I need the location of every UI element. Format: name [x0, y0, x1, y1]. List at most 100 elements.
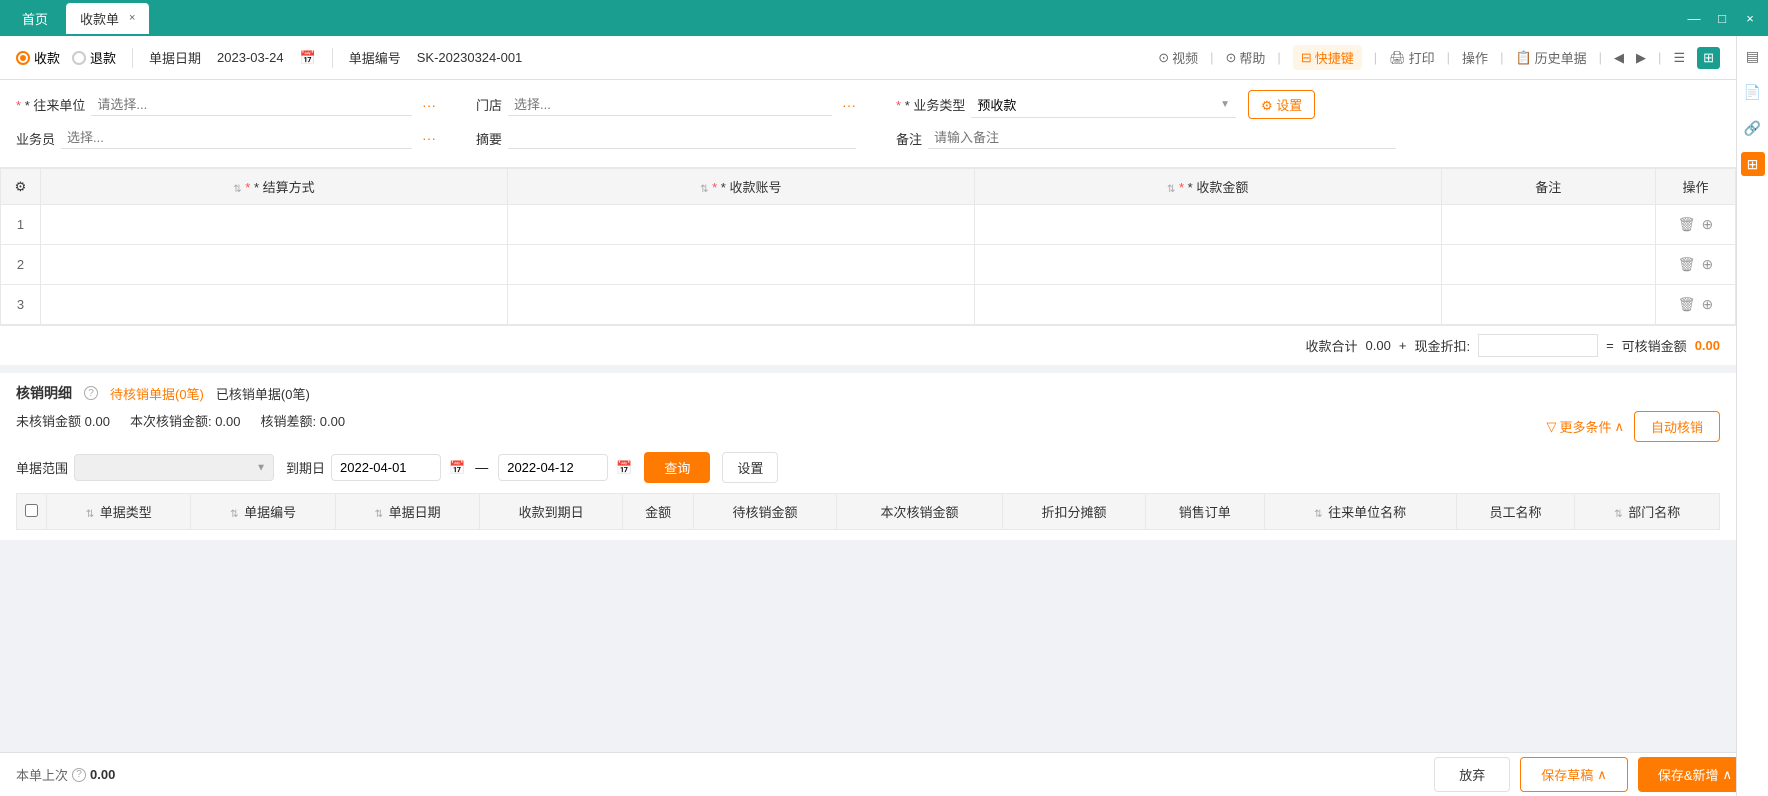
table-row: 1 🗑 ⊕ — [1, 205, 1736, 245]
tab-close-icon[interactable]: × — [129, 12, 135, 24]
shortcut-icon: ⊟ — [1301, 50, 1312, 66]
actions-cell: 🗑 ⊕ — [1656, 205, 1736, 245]
amount-cell[interactable] — [974, 205, 1441, 245]
row-num: 3 — [1, 285, 41, 325]
store-field: 门店 ··· — [476, 94, 856, 116]
copy-icon[interactable]: ⊕ — [1702, 296, 1714, 313]
delete-icon[interactable]: 🗑 — [1678, 216, 1696, 233]
range-select[interactable] — [74, 454, 274, 481]
copy-icon[interactable]: ⊕ — [1702, 256, 1714, 273]
col-doc-date: ⇅ 单据日期 — [335, 494, 479, 530]
print-btn[interactable]: 🖨 打印 — [1389, 48, 1435, 67]
nav-left-icon[interactable]: ◀ — [1614, 50, 1624, 66]
account-cell[interactable] — [507, 205, 974, 245]
shortcut-label: 快捷键 — [1315, 48, 1354, 67]
counterpart-input[interactable] — [91, 94, 412, 116]
store-more-btn[interactable]: ··· — [842, 97, 856, 113]
maximize-button[interactable]: □ — [1712, 11, 1732, 26]
remark-cell[interactable] — [1441, 205, 1655, 245]
video-circle-icon: ⊙ — [1158, 50, 1169, 66]
grid-icon[interactable]: ⊞ — [1697, 47, 1720, 69]
col-settings-header[interactable]: ⚙ — [1, 169, 41, 205]
tab-home[interactable]: 首页 — [8, 3, 62, 34]
help-label: 帮助 — [1239, 48, 1265, 67]
video-btn[interactable]: ⊙ 视频 — [1158, 48, 1198, 67]
date-value: 2023-03-24 — [217, 50, 284, 65]
more-conditions-btn[interactable]: ▽ 更多条件 ∧ — [1546, 417, 1624, 436]
video-label: 视频 — [1172, 48, 1198, 67]
tab-home-label: 首页 — [22, 9, 48, 28]
query-button[interactable]: 查询 — [644, 452, 710, 483]
amount-cell[interactable] — [974, 285, 1441, 325]
account-cell[interactable] — [507, 285, 974, 325]
biz-type-select[interactable]: 预收款 ▼ — [971, 92, 1236, 118]
total-value: 0.00 — [1366, 338, 1391, 353]
discount-input[interactable] — [1478, 334, 1598, 357]
doc-num-value: SK-20230324-001 — [417, 50, 523, 65]
setting-button[interactable]: 设置 — [722, 452, 778, 483]
delete-icon[interactable]: 🗑 — [1678, 256, 1696, 273]
divider-2 — [332, 48, 333, 68]
staff-input[interactable] — [61, 127, 412, 149]
col-remark-header: 备注 — [1441, 169, 1655, 205]
summary-field: 摘要 — [476, 127, 856, 149]
list-icon[interactable]: ☰ — [1673, 50, 1685, 66]
verify-section: 核销明细 ? 待核销单据(0笔) 已核销单据(0笔) 未核销金额 0.00 本次… — [0, 373, 1736, 540]
calendar-icon[interactable]: 📅 — [300, 50, 316, 66]
history-btn[interactable]: 📋 历史单据 — [1515, 48, 1586, 67]
staff-more-btn[interactable]: ··· — [422, 130, 436, 146]
verify-tab-done[interactable]: 已核销单据(0笔) — [216, 384, 310, 403]
verify-table: ⇅ 单据类型 ⇅ 单据编号 ⇅ 单据日期 收款到期日 金 — [16, 493, 1720, 530]
store-input[interactable] — [508, 94, 832, 116]
table-row: 2 🗑 ⊕ — [1, 245, 1736, 285]
settings-button[interactable]: ⚙ 设置 — [1248, 90, 1315, 119]
date-to-input[interactable] — [498, 454, 608, 481]
table-header-row: ⚙ ⇅ * * 结算方式 ⇅ * * 收款账号 ⇅ * — [1, 169, 1736, 205]
settlement-cell[interactable] — [41, 205, 508, 245]
operation-btn[interactable]: 操作 — [1462, 48, 1488, 67]
save-new-button[interactable]: 保存&新增 ∧ — [1638, 757, 1752, 792]
row-num: 1 — [1, 205, 41, 245]
biz-type-arrow-icon: ▼ — [1220, 99, 1230, 110]
settlement-cell[interactable] — [41, 245, 508, 285]
radio-receipt[interactable]: 收款 — [16, 48, 60, 67]
verify-tab-pending[interactable]: 待核销单据(0笔) — [110, 384, 204, 403]
delete-icon[interactable]: 🗑 — [1678, 296, 1696, 313]
remark-cell[interactable] — [1441, 245, 1655, 285]
radio-refund[interactable]: 退款 — [72, 48, 116, 67]
account-cell[interactable] — [507, 245, 974, 285]
copy-icon[interactable]: ⊕ — [1702, 216, 1714, 233]
sidebar-link-icon[interactable]: 🔗 — [1741, 116, 1765, 140]
radio-receipt-label: 收款 — [34, 48, 60, 67]
counterpart-field: * * 往来单位 ··· — [16, 94, 436, 116]
sidebar-table-icon[interactable]: ▤ — [1741, 44, 1765, 68]
sidebar-camera-icon[interactable]: ⊞ — [1741, 152, 1765, 176]
settlement-cell[interactable] — [41, 285, 508, 325]
range-label: 单据范围 — [16, 458, 68, 477]
help-btn[interactable]: ⊙ 帮助 — [1226, 48, 1266, 67]
minimize-button[interactable]: — — [1684, 11, 1704, 26]
close-button[interactable]: × — [1740, 11, 1760, 26]
col-sales-order: 销售订单 — [1145, 494, 1264, 530]
cal-from-icon[interactable]: 📅 — [449, 460, 465, 476]
summary-input[interactable] — [508, 127, 856, 149]
sidebar-doc-icon[interactable]: 📄 — [1741, 80, 1765, 104]
date-from-input[interactable] — [331, 454, 441, 481]
remark-input[interactable] — [928, 127, 1396, 149]
tab-receipt[interactable]: 收款单 × — [66, 3, 149, 34]
verify-info-icon[interactable]: ? — [84, 386, 98, 400]
shortcut-btn[interactable]: ⊟ 快捷键 — [1293, 45, 1362, 70]
cal-to-icon[interactable]: 📅 — [616, 460, 632, 476]
select-all-checkbox[interactable] — [25, 504, 38, 517]
footer-info-icon[interactable]: ? — [72, 768, 86, 782]
save-draft-button[interactable]: 保存草稿 ∧ — [1520, 757, 1628, 792]
auto-verify-button[interactable]: 自动核销 — [1634, 411, 1720, 442]
counterpart-more-btn[interactable]: ··· — [422, 97, 436, 113]
amount-cell[interactable] — [974, 245, 1441, 285]
current-verify-amount: 本次核销金额: 0.00 — [130, 411, 241, 442]
page-info-label: 本单上次 — [16, 765, 68, 784]
abandon-button[interactable]: 放弃 — [1434, 757, 1510, 792]
remark-cell[interactable] — [1441, 285, 1655, 325]
nav-right-icon[interactable]: ▶ — [1636, 50, 1646, 66]
col-actions-header: 操作 — [1656, 169, 1736, 205]
